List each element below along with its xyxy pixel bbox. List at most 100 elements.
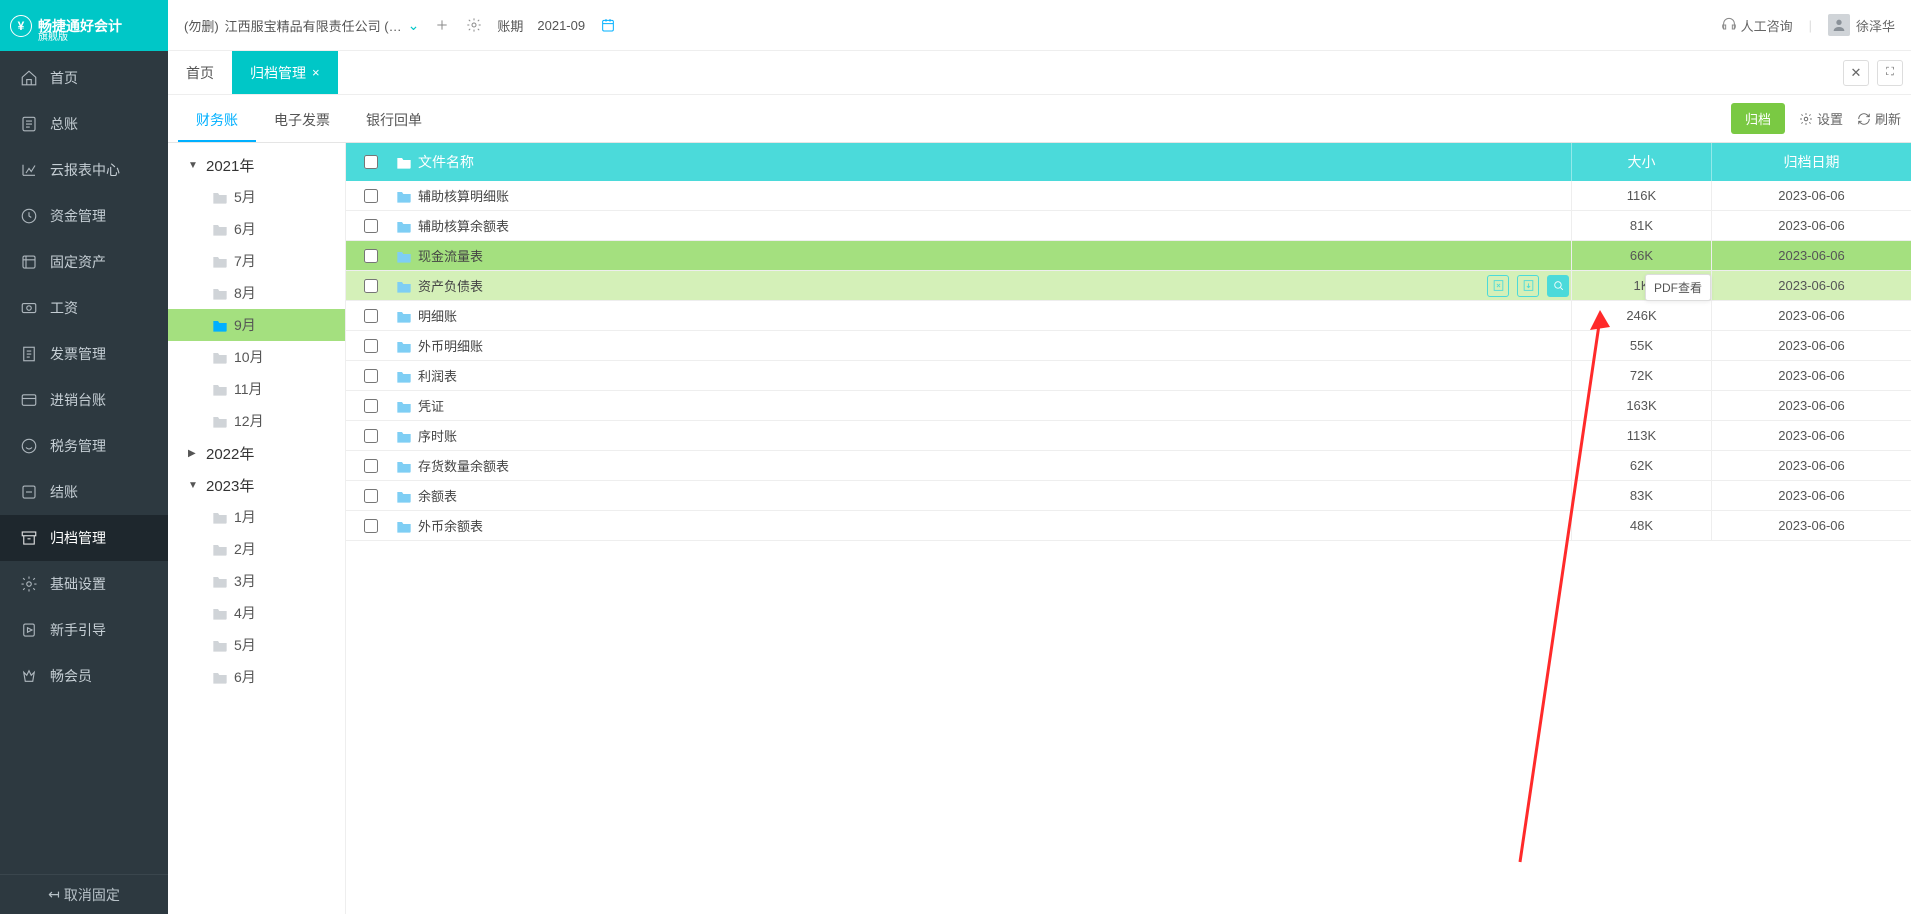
tree-month[interactable]: 7月 — [168, 245, 345, 277]
table-row[interactable]: 外币明细账55K2023-06-06 — [346, 331, 1911, 361]
tree-month[interactable]: 5月 — [168, 629, 345, 661]
tree-year[interactable]: ▼2023年 — [168, 469, 345, 501]
close-icon[interactable]: × — [312, 65, 320, 80]
cell-name: 利润表 — [396, 366, 1571, 385]
nav-item-inout[interactable]: 进销台账 — [0, 377, 168, 423]
nav-item-archive[interactable]: 归档管理 — [0, 515, 168, 561]
nav-item-ledger[interactable]: 总账 — [0, 101, 168, 147]
table-row[interactable]: 现金流量表66K2023-06-06 — [346, 241, 1911, 271]
tab[interactable]: 首页 — [168, 51, 232, 94]
header-checkbox[interactable] — [346, 155, 396, 169]
topbar: (勿删) 江西服宝精品有限责任公司 (… ⌄ 账期 2021-09 人工咨询 |… — [168, 0, 1911, 51]
file-icon — [396, 519, 412, 533]
inout-icon — [20, 391, 38, 409]
row-checkbox[interactable] — [346, 369, 396, 383]
nav-item-vip[interactable]: 畅会员 — [0, 653, 168, 699]
tree-month[interactable]: 11月 — [168, 373, 345, 405]
asset-icon — [20, 253, 38, 271]
row-checkbox[interactable] — [346, 249, 396, 263]
subtab[interactable]: 电子发票 — [256, 100, 348, 142]
table-row[interactable]: 明细账246K2023-06-06 — [346, 301, 1911, 331]
cell-name: 存货数量余额表 — [396, 456, 1571, 475]
row-checkbox[interactable] — [346, 279, 396, 293]
file-name-label: 现金流量表 — [418, 246, 483, 265]
download-excel-icon[interactable] — [1487, 275, 1509, 297]
subtabs-actions: 归档 设置 刷新 — [1731, 103, 1901, 142]
table-row[interactable]: 外币余额表48K2023-06-06 — [346, 511, 1911, 541]
cell-date: 2023-06-06 — [1711, 391, 1911, 421]
tree-month[interactable]: 4月 — [168, 597, 345, 629]
tab[interactable]: 归档管理× — [232, 51, 338, 94]
table-row[interactable]: 辅助核算明细账116K2023-06-06 — [346, 181, 1911, 211]
nav-item-tax[interactable]: 税务管理 — [0, 423, 168, 469]
tree-month[interactable]: 12月 — [168, 405, 345, 437]
tree-month[interactable]: 1月 — [168, 501, 345, 533]
row-checkbox[interactable] — [346, 429, 396, 443]
user-menu[interactable]: 徐泽华 — [1828, 14, 1895, 36]
row-checkbox[interactable] — [346, 489, 396, 503]
settings-link[interactable]: 设置 — [1799, 109, 1843, 128]
calendar-icon[interactable] — [599, 16, 617, 34]
gear-icon[interactable] — [465, 16, 483, 34]
table-row[interactable]: 资产负债表1K2023-06-06PDF查看 — [346, 271, 1911, 301]
subtab[interactable]: 银行回单 — [348, 100, 440, 142]
add-icon[interactable] — [433, 16, 451, 34]
unpin-button[interactable]: ↤取消固定 — [0, 874, 168, 914]
tree-month[interactable]: 6月 — [168, 213, 345, 245]
folder-icon — [212, 190, 228, 204]
tree-month[interactable]: 6月 — [168, 661, 345, 693]
content: 财务账电子发票银行回单 归档 设置 刷新 ▼2021年5月6月7月8月9月10月… — [168, 95, 1911, 914]
download-pdf-icon[interactable] — [1517, 275, 1539, 297]
table-row[interactable]: 余额表83K2023-06-06 — [346, 481, 1911, 511]
brand-icon: ¥ — [10, 15, 32, 37]
tree-month[interactable]: 9月 — [168, 309, 345, 341]
nav-item-settings[interactable]: 基础设置 — [0, 561, 168, 607]
table-row[interactable]: 凭证163K2023-06-06 — [346, 391, 1911, 421]
help-button[interactable]: 人工咨询 — [1721, 16, 1793, 35]
table-row[interactable]: 辅助核算余额表81K2023-06-06 — [346, 211, 1911, 241]
row-checkbox[interactable] — [346, 339, 396, 353]
folder-icon — [212, 670, 228, 684]
company-prefix: (勿删) — [184, 16, 219, 35]
brand: ¥ 畅捷通好会计 旗舰版 — [0, 0, 168, 51]
row-checkbox[interactable] — [346, 309, 396, 323]
tree-year[interactable]: ▼2021年 — [168, 149, 345, 181]
settings-icon — [20, 575, 38, 593]
subtab[interactable]: 财务账 — [178, 100, 256, 142]
table-row[interactable]: 序时账113K2023-06-06 — [346, 421, 1911, 451]
tree-month[interactable]: 5月 — [168, 181, 345, 213]
file-icon — [396, 279, 412, 293]
nav-item-asset[interactable]: 固定资产 — [0, 239, 168, 285]
cell-name: 资产负债表 — [396, 276, 1571, 295]
file-name-label: 资产负债表 — [418, 276, 483, 295]
row-checkbox[interactable] — [346, 399, 396, 413]
cell-name: 外币明细账 — [396, 336, 1571, 355]
table-row[interactable]: 存货数量余额表62K2023-06-06 — [346, 451, 1911, 481]
row-checkbox[interactable] — [346, 219, 396, 233]
refresh-link[interactable]: 刷新 — [1857, 109, 1901, 128]
table-row[interactable]: 利润表72K2023-06-06 — [346, 361, 1911, 391]
nav-item-invoice[interactable]: 发票管理 — [0, 331, 168, 377]
row-checkbox[interactable] — [346, 459, 396, 473]
nav-item-salary[interactable]: 工资 — [0, 285, 168, 331]
row-checkbox[interactable] — [346, 189, 396, 203]
close-window-button[interactable]: ✕ — [1843, 60, 1869, 86]
tree-month[interactable]: 3月 — [168, 565, 345, 597]
fullscreen-button[interactable]: ⛶ — [1877, 60, 1903, 86]
pdf-view-icon[interactable] — [1547, 275, 1569, 297]
cell-size: 81K — [1571, 211, 1711, 241]
nav-item-wallet[interactable]: 资金管理 — [0, 193, 168, 239]
nav-item-chart[interactable]: 云报表中心 — [0, 147, 168, 193]
company-selector[interactable]: (勿删) 江西服宝精品有限责任公司 (… ⌄ — [184, 16, 419, 35]
nav-item-close[interactable]: 结账 — [0, 469, 168, 515]
tree-month[interactable]: 8月 — [168, 277, 345, 309]
nav-label: 工资 — [50, 298, 78, 318]
tree-year[interactable]: ▶2022年 — [168, 437, 345, 469]
nav-item-home[interactable]: 首页 — [0, 55, 168, 101]
archive-button[interactable]: 归档 — [1731, 103, 1785, 134]
tree-month[interactable]: 10月 — [168, 341, 345, 373]
row-checkbox[interactable] — [346, 519, 396, 533]
period-value: 2021-09 — [537, 18, 585, 33]
nav-item-guide[interactable]: 新手引导 — [0, 607, 168, 653]
tree-month[interactable]: 2月 — [168, 533, 345, 565]
